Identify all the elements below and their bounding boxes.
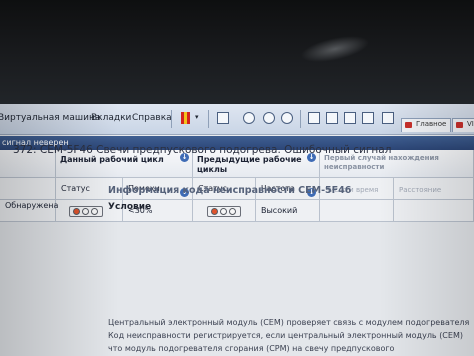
previous-status-cell — [193, 200, 256, 222]
window-icon[interactable] — [308, 112, 320, 124]
device-icon[interactable] — [382, 112, 394, 124]
fault-info-heading: Информация кода неисправности CEM-5F46 — [108, 185, 352, 196]
subheader-blank-cell — [0, 178, 56, 200]
screenshot-icon[interactable] — [217, 112, 229, 124]
history-icon[interactable] — [263, 112, 275, 124]
frequency-value: Высокий — [261, 206, 298, 215]
status-lamp-red — [211, 208, 218, 215]
subheader-status-label: Статус — [61, 184, 90, 193]
menu-bar: Виртуальная машина Вкладки Справка ▾ Гла… — [0, 104, 474, 135]
condition-text-line: Код неисправности регистрируется, если ц… — [108, 331, 463, 340]
toolbar-separator — [208, 110, 209, 128]
status-lamp-red — [73, 208, 80, 215]
table-row-label: Обнаружена — [0, 200, 59, 222]
monitor-icon[interactable] — [344, 112, 356, 124]
header-previous-cycles-label: Предыдущие рабочие циклы — [197, 155, 302, 174]
subheader-mileage-label: Расстояние — [399, 186, 442, 194]
status-lamp — [229, 208, 236, 215]
fault-code-title: 372: CEM-5F46 Свечи предпускового подогр… — [13, 144, 392, 156]
menu-item-tabs[interactable]: Вкладки — [91, 113, 131, 123]
header-current-cycle-label: Данный рабочий цикл — [60, 155, 164, 164]
chevron-down-icon[interactable]: ▾ — [195, 113, 199, 121]
refresh-icon[interactable] — [243, 112, 255, 124]
status-indicator — [207, 206, 241, 217]
frequency-cell: Высокий — [256, 200, 320, 222]
condition-text-line: Центральный электронный модуль (CEM) про… — [108, 318, 470, 327]
row-label: Обнаружена — [5, 201, 59, 210]
header-first-occurrence-label: Первый случай нахождения неисправности — [324, 154, 439, 171]
window-tab-vida[interactable]: VIDA — [452, 118, 474, 132]
window-tab-main[interactable]: Главное — [401, 118, 452, 132]
status-lamp — [91, 208, 98, 215]
mileage-cell — [394, 200, 474, 222]
toolbar-separator — [171, 110, 172, 128]
menu-item-help[interactable]: Справка — [132, 113, 172, 123]
status-lamp — [82, 208, 89, 215]
network-icon[interactable] — [362, 112, 374, 124]
condition-label: Условие — [108, 202, 152, 212]
subheader-mileage: Расстояние — [394, 178, 474, 200]
status-indicator — [69, 206, 103, 217]
flag-icon[interactable] — [181, 112, 191, 124]
toolbar-separator — [300, 110, 301, 128]
status-lamp — [220, 208, 227, 215]
clock-icon[interactable] — [281, 112, 293, 124]
monitor-bezel — [0, 0, 474, 108]
menu-item-virtual-machine[interactable]: Виртуальная машина — [0, 113, 100, 123]
time-cell — [320, 200, 394, 222]
condition-text-line: что модуль подогревателя сгорания (СРМ) … — [108, 344, 395, 353]
split-view-icon[interactable] — [326, 112, 338, 124]
